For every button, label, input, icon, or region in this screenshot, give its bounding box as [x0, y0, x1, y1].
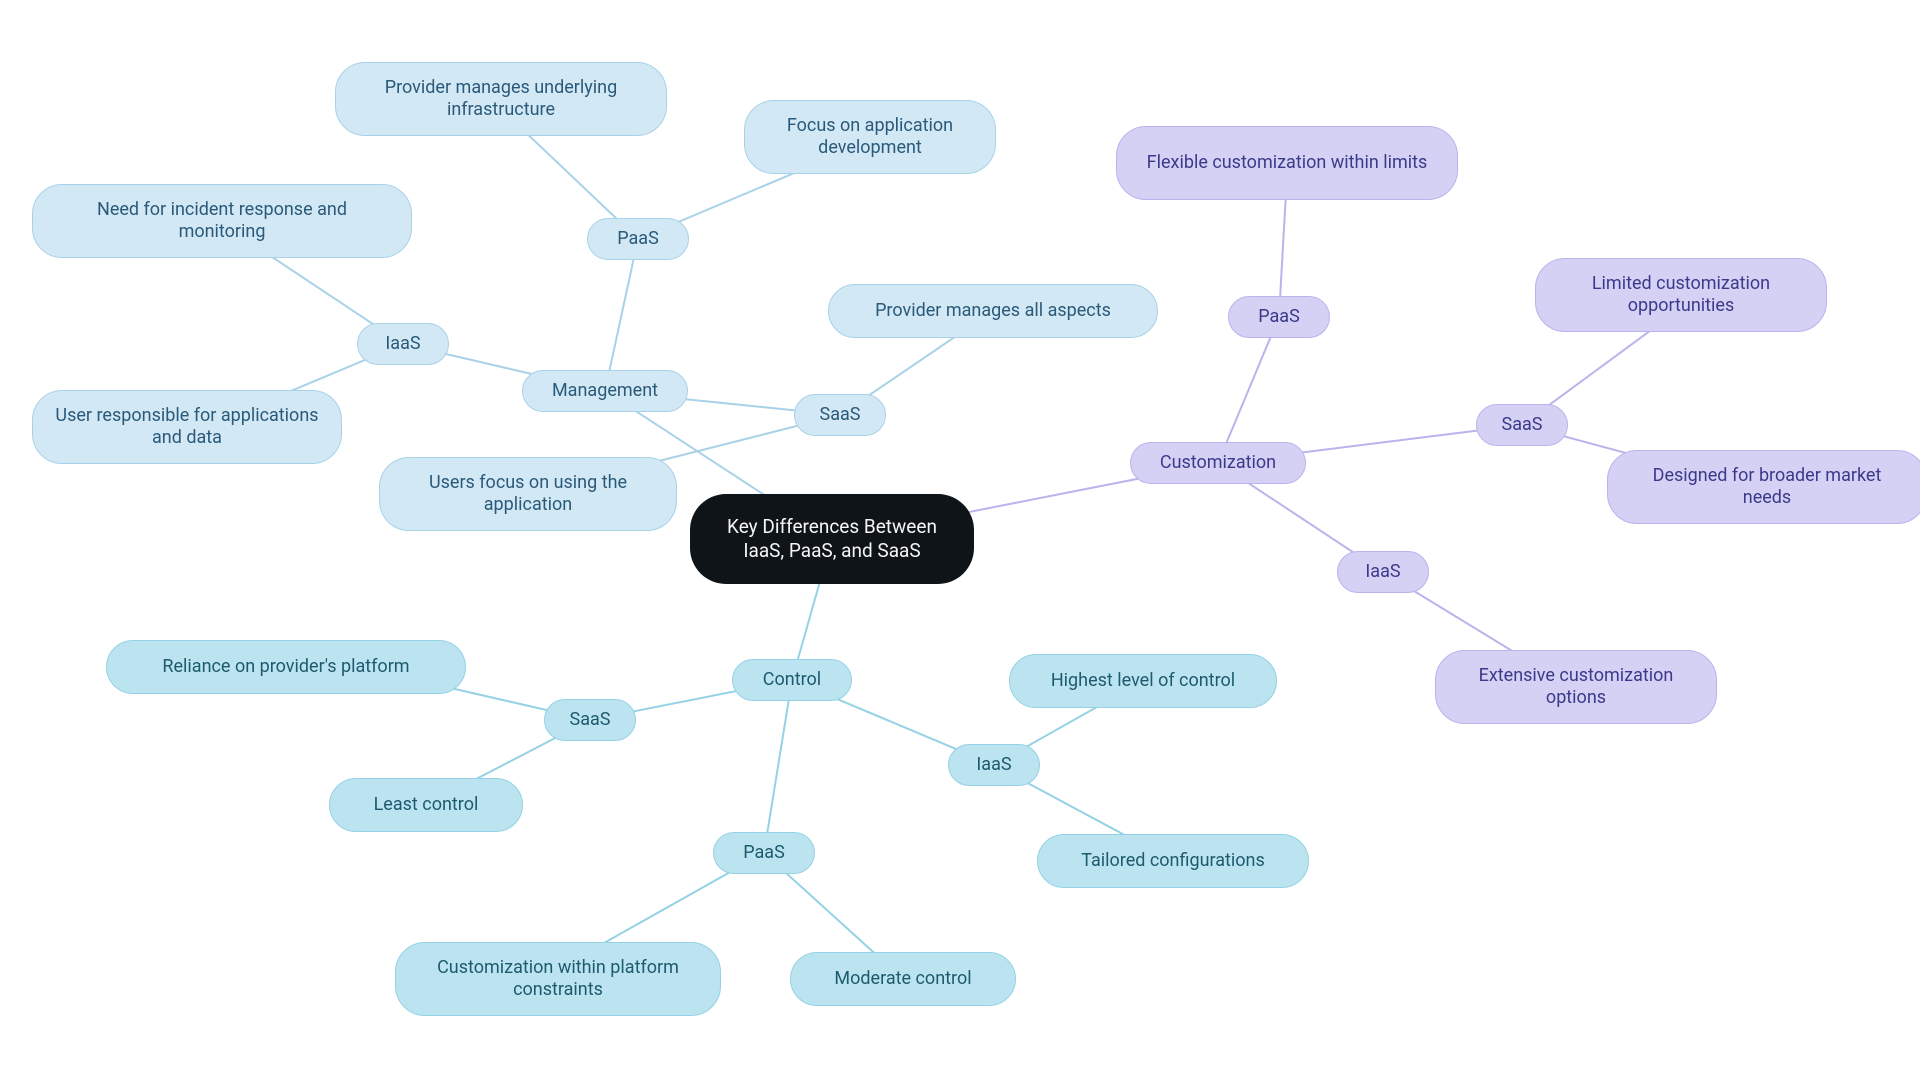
customization-saas-label: SaaS: [1502, 414, 1543, 437]
ctrl-saas-detail-1: Least control: [329, 778, 523, 832]
control-iaas-node: IaaS: [948, 744, 1040, 786]
cust-saas-detail-0: Limited customization opportunities: [1535, 258, 1827, 332]
management-iaas-label: IaaS: [385, 333, 420, 356]
center-node: Key Differences Between IaaS, PaaS, and …: [690, 494, 974, 584]
ctrl-iaas-detail-1: Tailored configurations: [1037, 834, 1309, 888]
management-saas-node: SaaS: [794, 394, 886, 436]
ctrl-paas-detail-1: Moderate control: [790, 952, 1016, 1006]
center-label: Key Differences Between IaaS, PaaS, and …: [712, 515, 952, 563]
mgmt-saas-detail-1: Users focus on using the application: [379, 457, 677, 531]
ctrl-paas-detail-0: Customization within platform constraint…: [395, 942, 721, 1016]
customization-label: Customization: [1160, 452, 1276, 475]
management-saas-label: SaaS: [820, 404, 861, 427]
cust-paas-detail-0: Flexible customization within limits: [1116, 126, 1458, 200]
control-iaas-label: IaaS: [976, 754, 1011, 777]
control-node: Control: [732, 659, 852, 701]
ctrl-saas-detail-0: Reliance on provider's platform: [106, 640, 466, 694]
mgmt-iaas-detail-0: Need for incident response and monitorin…: [32, 184, 412, 258]
customization-paas-label: PaaS: [1258, 306, 1300, 329]
mgmt-saas-detail-0: Provider manages all aspects: [828, 284, 1158, 338]
management-node: Management: [522, 370, 688, 412]
management-iaas-node: IaaS: [357, 323, 449, 365]
control-paas-label: PaaS: [743, 842, 785, 865]
control-saas-label: SaaS: [570, 709, 611, 732]
cust-saas-detail-1: Designed for broader market needs: [1607, 450, 1920, 524]
management-label: Management: [552, 380, 658, 403]
customization-paas-node: PaaS: [1228, 296, 1330, 338]
control-saas-node: SaaS: [544, 699, 636, 741]
ctrl-iaas-detail-0: Highest level of control: [1009, 654, 1277, 708]
cust-iaas-detail-0: Extensive customization options: [1435, 650, 1717, 724]
customization-saas-node: SaaS: [1476, 404, 1568, 446]
mgmt-iaas-detail-1: User responsible for applications and da…: [32, 390, 342, 464]
customization-iaas-node: IaaS: [1337, 551, 1429, 593]
management-paas-label: PaaS: [617, 228, 659, 251]
mindmap-canvas: Key Differences Between IaaS, PaaS, and …: [0, 0, 1920, 1083]
control-label: Control: [763, 669, 821, 692]
mgmt-paas-detail-0: Provider manages underlying infrastructu…: [335, 62, 667, 136]
management-paas-node: PaaS: [587, 218, 689, 260]
customization-iaas-label: IaaS: [1365, 561, 1400, 584]
customization-node: Customization: [1130, 442, 1306, 484]
control-paas-node: PaaS: [713, 832, 815, 874]
mgmt-paas-detail-1: Focus on application development: [744, 100, 996, 174]
